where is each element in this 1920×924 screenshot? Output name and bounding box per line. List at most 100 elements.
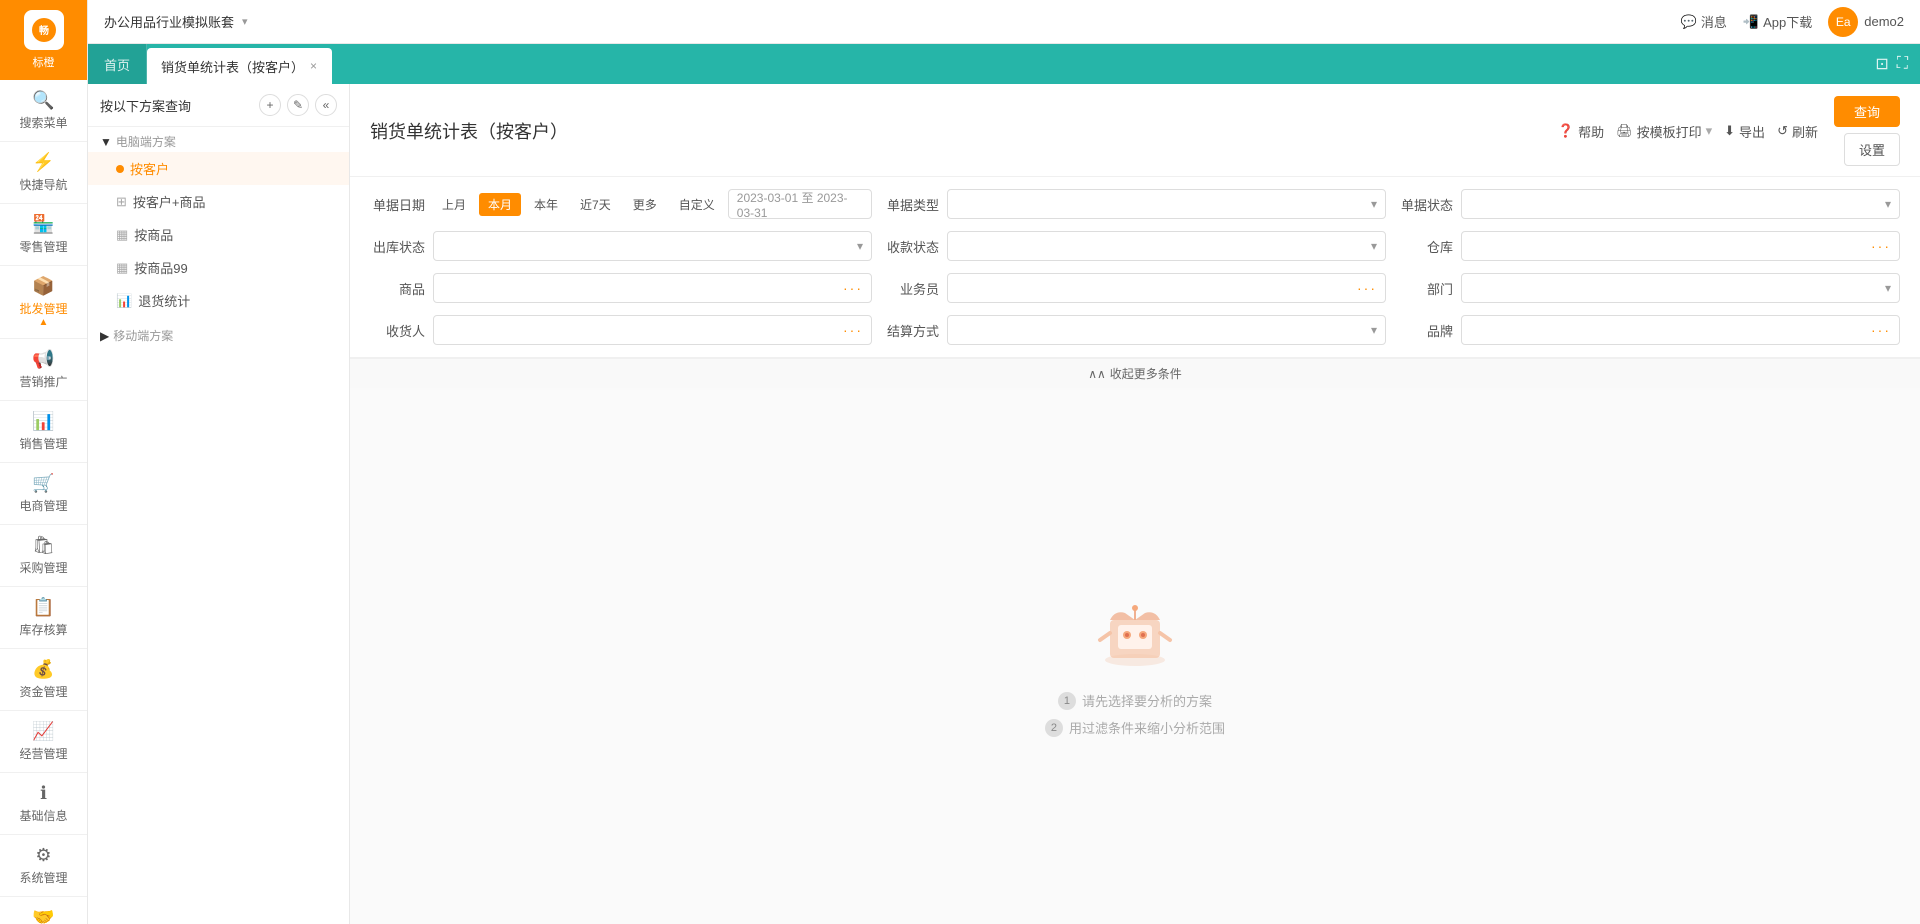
sidebar-item-shortcut[interactable]: ⚡ 快捷导航 xyxy=(0,142,87,204)
expand-icon: ▼ xyxy=(100,135,112,149)
doc-type-label: 单据类型 xyxy=(884,195,939,214)
edit-scheme-button[interactable]: ✎ xyxy=(287,94,309,116)
app-download-button[interactable]: 📲 App下载 xyxy=(1743,12,1812,31)
tab-active[interactable]: 销货单统计表（按客户） × xyxy=(147,48,332,84)
ship-status-control[interactable]: ▾ xyxy=(433,231,872,261)
date-range-control[interactable]: 2023-03-01 至 2023-03-31 xyxy=(728,189,872,219)
last-month-btn[interactable]: 上月 xyxy=(433,193,475,216)
empty-step-2: 2 用过滤条件来缩小分析范围 xyxy=(1045,718,1225,737)
user-menu[interactable]: Ea demo2 xyxy=(1828,7,1904,37)
message-label: 消息 xyxy=(1701,12,1727,31)
inventory-icon: 📋 xyxy=(32,597,54,618)
table-icon: ▦ xyxy=(116,227,128,243)
sidebar-item-label: 采购管理 xyxy=(19,559,67,576)
sidebar-item-wholesale[interactable]: 📦 批发管理 ▲ xyxy=(0,266,87,339)
product-control[interactable]: ··· xyxy=(433,273,872,303)
sidebar-item-operation[interactable]: 📈 经营管理 xyxy=(0,711,87,773)
industry-label: 办公用品行业模拟账套 xyxy=(104,12,234,31)
print-button[interactable]: 🖨 按模板打印 ▾ xyxy=(1616,122,1712,141)
recipient-filter-cell: 收货人 ··· xyxy=(370,315,872,345)
sidebar-item-label: 快捷导航 xyxy=(19,176,67,193)
export-button[interactable]: ⬇ 导出 xyxy=(1724,122,1765,141)
step-num-1: 1 xyxy=(1058,692,1076,710)
refresh-icon: ↺ xyxy=(1777,123,1788,139)
add-scheme-button[interactable]: + xyxy=(259,94,281,116)
sidebar-item-inventory[interactable]: 📋 库存核算 xyxy=(0,587,87,649)
collapse-panel-button[interactable]: « xyxy=(315,94,337,116)
settings-button[interactable]: 设置 xyxy=(1844,133,1900,166)
date-buttons: 上月 本月 本年 近7天 更多 自定义 xyxy=(433,193,724,216)
recipient-control[interactable]: ··· xyxy=(433,315,872,345)
doc-status-control[interactable]: ▾ xyxy=(1461,189,1900,219)
last-7-btn[interactable]: 近7天 xyxy=(571,193,620,216)
sidebar-item-enterprise[interactable]: 🤝 企业协同 xyxy=(0,897,87,924)
settlement-label: 结算方式 xyxy=(884,321,939,340)
collapse-filter-button[interactable]: ∧∧ 收起更多条件 xyxy=(350,358,1920,388)
custom-btn[interactable]: 自定义 xyxy=(670,193,724,216)
marketing-icon: 📢 xyxy=(32,349,54,370)
industry-dropdown-icon[interactable]: ▾ xyxy=(242,15,248,28)
restore-tab-icon[interactable]: ⊡ xyxy=(1875,54,1888,74)
product-label: 商品 xyxy=(370,279,425,298)
more-btn[interactable]: 更多 xyxy=(624,193,666,216)
settlement-dropdown-icon: ▾ xyxy=(1371,323,1377,337)
recipient-dots-icon: ··· xyxy=(843,322,863,338)
scheme-label: 退货统计 xyxy=(138,291,190,310)
query-button[interactable]: 查询 xyxy=(1834,96,1900,127)
print-dropdown-icon: ▾ xyxy=(1706,123,1713,139)
close-tab-icon[interactable]: × xyxy=(310,59,317,73)
filter-row-2: 出库状态 ▾ 收款状态 ▾ 仓库 xyxy=(370,231,1900,261)
page-actions: ❓ 帮助 🖨 按模板打印 ▾ ⬇ 导出 ↺ xyxy=(1558,122,1818,141)
refresh-button[interactable]: ↺ 刷新 xyxy=(1777,122,1818,141)
basic-icon: ℹ xyxy=(40,783,47,804)
receive-status-control[interactable]: ▾ xyxy=(947,231,1386,261)
sidebar-item-sales[interactable]: 📊 销售管理 xyxy=(0,401,87,463)
sidebar-item-finance[interactable]: 💰 资金管理 xyxy=(0,649,87,711)
sidebar: 畅 标橙 🔍 搜索菜单 ⚡ 快捷导航 🏪 零售管理 📦 批发管理 ▲ 📢 营销推… xyxy=(0,0,88,924)
filter-row-3: 商品 ··· 业务员 ··· 部门 xyxy=(370,273,1900,303)
settlement-control[interactable]: ▾ xyxy=(947,315,1386,345)
selected-dot xyxy=(116,165,124,173)
sidebar-item-marketing[interactable]: 📢 营销推广 xyxy=(0,339,87,401)
right-panel: 销货单统计表（按客户） ❓ 帮助 🖨 按模板打印 ▾ ⬇ xyxy=(350,84,1920,924)
this-month-btn[interactable]: 本月 xyxy=(479,193,521,216)
maximize-tab-icon[interactable]: ⛶ xyxy=(1897,55,1908,73)
warehouse-control[interactable]: ··· xyxy=(1461,231,1900,261)
sidebar-item-label: 库存核算 xyxy=(19,621,67,638)
message-button[interactable]: 💬 消息 xyxy=(1681,12,1727,31)
refresh-label: 刷新 xyxy=(1792,122,1818,141)
scheme-by-customer[interactable]: 按客户 xyxy=(88,152,349,185)
sidebar-item-system[interactable]: ⚙ 系统管理 xyxy=(0,835,87,897)
scheme-return-stats[interactable]: 📊 退货统计 xyxy=(88,284,349,317)
brand-control[interactable]: ··· xyxy=(1461,315,1900,345)
this-year-btn[interactable]: 本年 xyxy=(525,193,567,216)
sidebar-item-search[interactable]: 🔍 搜索菜单 xyxy=(0,80,87,142)
department-dropdown-icon: ▾ xyxy=(1885,281,1891,295)
receive-status-filter-cell: 收款状态 ▾ xyxy=(884,231,1386,261)
warehouse-filter-cell: 仓库 ··· xyxy=(1398,231,1900,261)
department-label: 部门 xyxy=(1398,279,1453,298)
scheme-by-product-99[interactable]: ▦ 按商品99 xyxy=(88,251,349,284)
operation-icon: 📈 xyxy=(32,721,54,742)
scheme-by-product[interactable]: ▦ 按商品 xyxy=(88,218,349,251)
doc-type-control[interactable]: ▾ xyxy=(947,189,1386,219)
brand-dots-icon: ··· xyxy=(1871,322,1891,338)
department-control[interactable]: ▾ xyxy=(1461,273,1900,303)
department-filter-cell: 部门 ▾ xyxy=(1398,273,1900,303)
tab-home[interactable]: 首页 xyxy=(88,44,147,84)
sidebar-item-ecommerce[interactable]: 🛒 电商管理 xyxy=(0,463,87,525)
sidebar-item-purchase[interactable]: 🛍 采购管理 xyxy=(0,525,87,587)
sidebar-item-retail[interactable]: 🏪 零售管理 xyxy=(0,204,87,266)
sales-icon: 📊 xyxy=(32,411,54,432)
salesperson-control[interactable]: ··· xyxy=(947,273,1386,303)
scheme-by-customer-product[interactable]: ⊞ 按客户+商品 xyxy=(88,185,349,218)
product-dots-icon: ··· xyxy=(843,280,863,296)
print-label: 按模板打印 xyxy=(1637,122,1702,141)
collapse-icon: « xyxy=(323,98,330,112)
sidebar-item-basic[interactable]: ℹ 基础信息 xyxy=(0,773,87,835)
page-title: 销货单统计表（按客户） xyxy=(370,118,568,144)
download-icon: 📲 xyxy=(1743,14,1759,30)
avatar-text: Ea xyxy=(1836,15,1851,29)
doc-status-filter-cell: 单据状态 ▾ xyxy=(1398,189,1900,219)
help-button[interactable]: ❓ 帮助 xyxy=(1558,122,1604,141)
